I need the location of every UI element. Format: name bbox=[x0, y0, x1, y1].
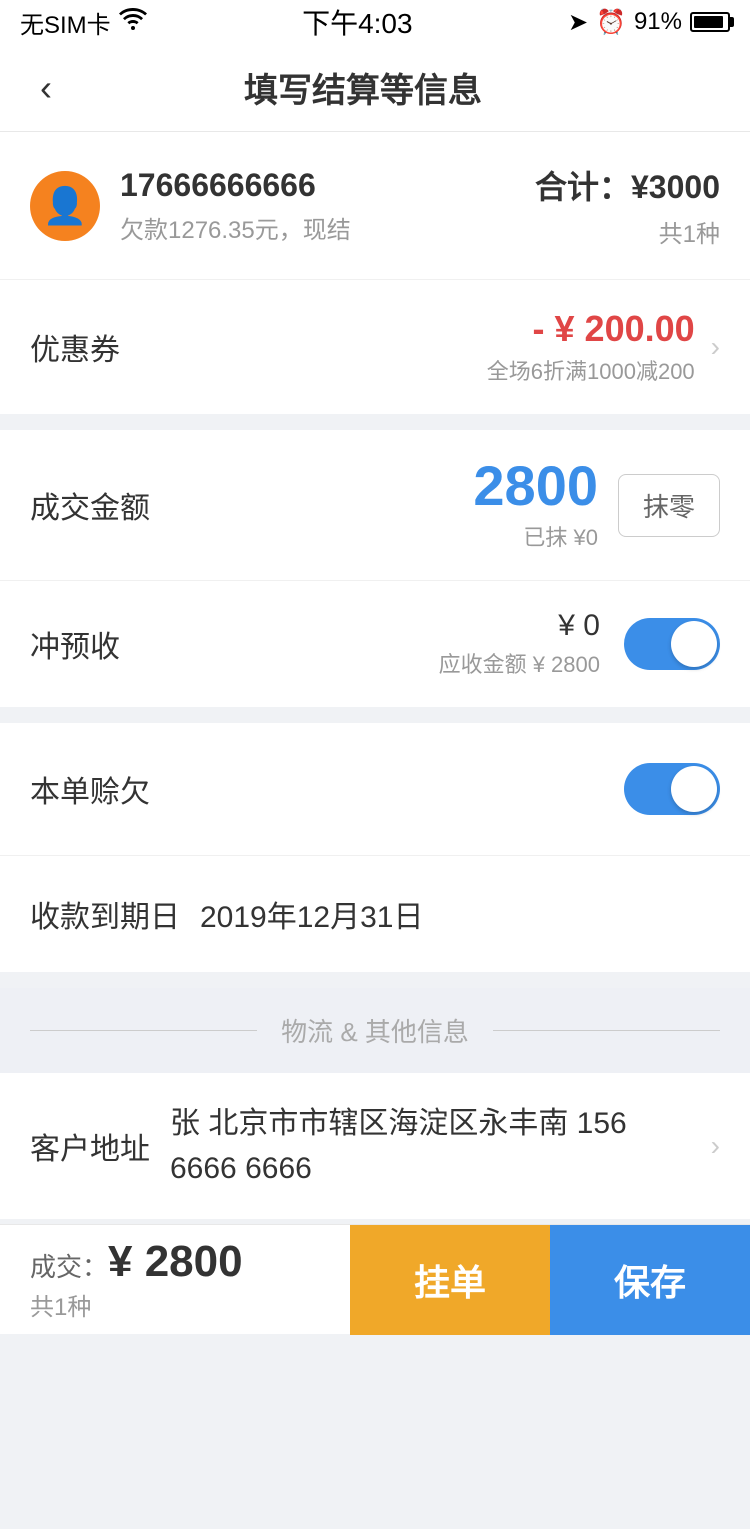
user-icon: 👤 bbox=[43, 185, 88, 227]
status-left: 无SIM卡 bbox=[20, 5, 147, 40]
deal-label: 成交金额 bbox=[30, 483, 150, 527]
due-date-value: 2019年12月31日 bbox=[200, 892, 423, 936]
battery-percent: 91% bbox=[634, 8, 682, 36]
bottom-deal-line: 成交： ¥ 2800 bbox=[30, 1237, 320, 1287]
bottom-bar: 成交： ¥ 2800 共1种 挂单 保存 bbox=[0, 1224, 750, 1334]
customer-section: 👤 17666666666 欠款1276.35元，现结 合计：¥3000 共1种 bbox=[0, 132, 750, 280]
address-value: 张 北京市市辖区海淀区永丰南 156 6666 6666 bbox=[170, 1101, 699, 1191]
divider-3 bbox=[0, 972, 750, 988]
bottom-deal-label: 成交： bbox=[30, 1247, 108, 1284]
total-sub: 共1种 bbox=[535, 214, 720, 249]
bottom-count: 共1种 bbox=[30, 1287, 320, 1322]
avatar: 👤 bbox=[30, 171, 100, 241]
coupon-label: 优惠券 bbox=[30, 325, 120, 369]
logistics-line-left bbox=[30, 1030, 257, 1031]
customer-phone: 17666666666 bbox=[120, 167, 535, 204]
status-time: 下午4:03 bbox=[302, 2, 413, 42]
coupon-desc: 全场6折满1000减200 bbox=[487, 354, 695, 386]
coupon-right: - ¥ 200.00 全场6折满1000减200 › bbox=[487, 308, 720, 386]
benshandanque-toggle-knob bbox=[671, 766, 717, 812]
location-icon: ➤ bbox=[568, 8, 588, 37]
battery-icon bbox=[690, 12, 730, 32]
address-section[interactable]: 客户地址 张 北京市市辖区海淀区永丰南 156 6666 6666 › bbox=[0, 1073, 750, 1219]
chongyu-amount: ¥ 0 bbox=[439, 609, 600, 643]
toggle-knob bbox=[671, 621, 717, 667]
wifi-icon bbox=[119, 8, 147, 37]
back-button[interactable]: ‹ bbox=[30, 57, 62, 119]
divider-2 bbox=[0, 707, 750, 723]
customer-row: 👤 17666666666 欠款1276.35元，现结 合计：¥3000 共1种 bbox=[0, 132, 750, 279]
page-title: 填写结算等信息 bbox=[62, 63, 664, 112]
divider-1 bbox=[0, 414, 750, 430]
chongyu-sub: 应收金额 ¥ 2800 bbox=[439, 647, 600, 679]
logistics-text: 物流 & 其他信息 bbox=[257, 1012, 493, 1049]
benshandanque-row: 本单赊欠 bbox=[0, 723, 750, 855]
hang-button[interactable]: 挂单 bbox=[350, 1225, 550, 1335]
status-right: ➤ ⏰ 91% bbox=[568, 8, 730, 37]
round-button[interactable]: 抹零 bbox=[618, 474, 720, 537]
benshandanque-toggle[interactable] bbox=[624, 763, 720, 815]
total-amount: 合计：¥3000 bbox=[535, 162, 720, 208]
chevron-right-icon: › bbox=[711, 331, 720, 363]
deal-section: 成交金额 2800 已抹 ¥0 抹零 冲预收 ¥ 0 应收金额 ¥ 2800 bbox=[0, 430, 750, 707]
customer-sub: 欠款1276.35元，现结 bbox=[120, 210, 535, 245]
bottom-amount: ¥ 2800 bbox=[108, 1237, 243, 1287]
deal-sub: 已抹 ¥0 bbox=[473, 520, 598, 552]
deal-amount-row: 成交金额 2800 已抹 ¥0 抹零 bbox=[0, 430, 750, 580]
benshandanque-section: 本单赊欠 收款到期日 2019年12月31日 bbox=[0, 723, 750, 972]
coupon-row[interactable]: 优惠券 - ¥ 200.00 全场6折满1000减200 › bbox=[0, 280, 750, 414]
deal-amount: 2800 bbox=[473, 458, 598, 514]
status-bar: 无SIM卡 下午4:03 ➤ ⏰ 91% bbox=[0, 0, 750, 44]
address-label: 客户地址 bbox=[30, 1124, 150, 1168]
bottom-info: 成交： ¥ 2800 共1种 bbox=[0, 1237, 350, 1322]
deal-right: 2800 已抹 ¥0 抹零 bbox=[473, 458, 720, 552]
logistics-separator: 物流 & 其他信息 bbox=[0, 988, 750, 1073]
coupon-amount: - ¥ 200.00 bbox=[487, 308, 695, 350]
due-date-label: 收款到期日 bbox=[30, 892, 180, 936]
logistics-line-right bbox=[493, 1030, 720, 1031]
save-button[interactable]: 保存 bbox=[550, 1225, 750, 1335]
address-chevron-icon: › bbox=[711, 1130, 720, 1162]
address-row[interactable]: 客户地址 张 北京市市辖区海淀区永丰南 156 6666 6666 › bbox=[0, 1073, 750, 1219]
coupon-section[interactable]: 优惠券 - ¥ 200.00 全场6折满1000减200 › bbox=[0, 280, 750, 414]
chongyu-label: 冲预收 bbox=[30, 622, 120, 666]
benshandanque-label: 本单赊欠 bbox=[30, 767, 150, 811]
alarm-icon: ⏰ bbox=[596, 8, 626, 37]
customer-info: 17666666666 欠款1276.35元，现结 bbox=[120, 167, 535, 245]
chongyu-toggle[interactable] bbox=[624, 618, 720, 670]
sim-label: 无SIM卡 bbox=[20, 5, 111, 40]
customer-total: 合计：¥3000 共1种 bbox=[535, 162, 720, 249]
chongyu-right: ¥ 0 应收金额 ¥ 2800 bbox=[439, 609, 600, 679]
chongyu-row: 冲预收 ¥ 0 应收金额 ¥ 2800 bbox=[0, 580, 750, 707]
nav-bar: ‹ 填写结算等信息 bbox=[0, 44, 750, 132]
due-date-row: 收款到期日 2019年12月31日 bbox=[0, 855, 750, 972]
